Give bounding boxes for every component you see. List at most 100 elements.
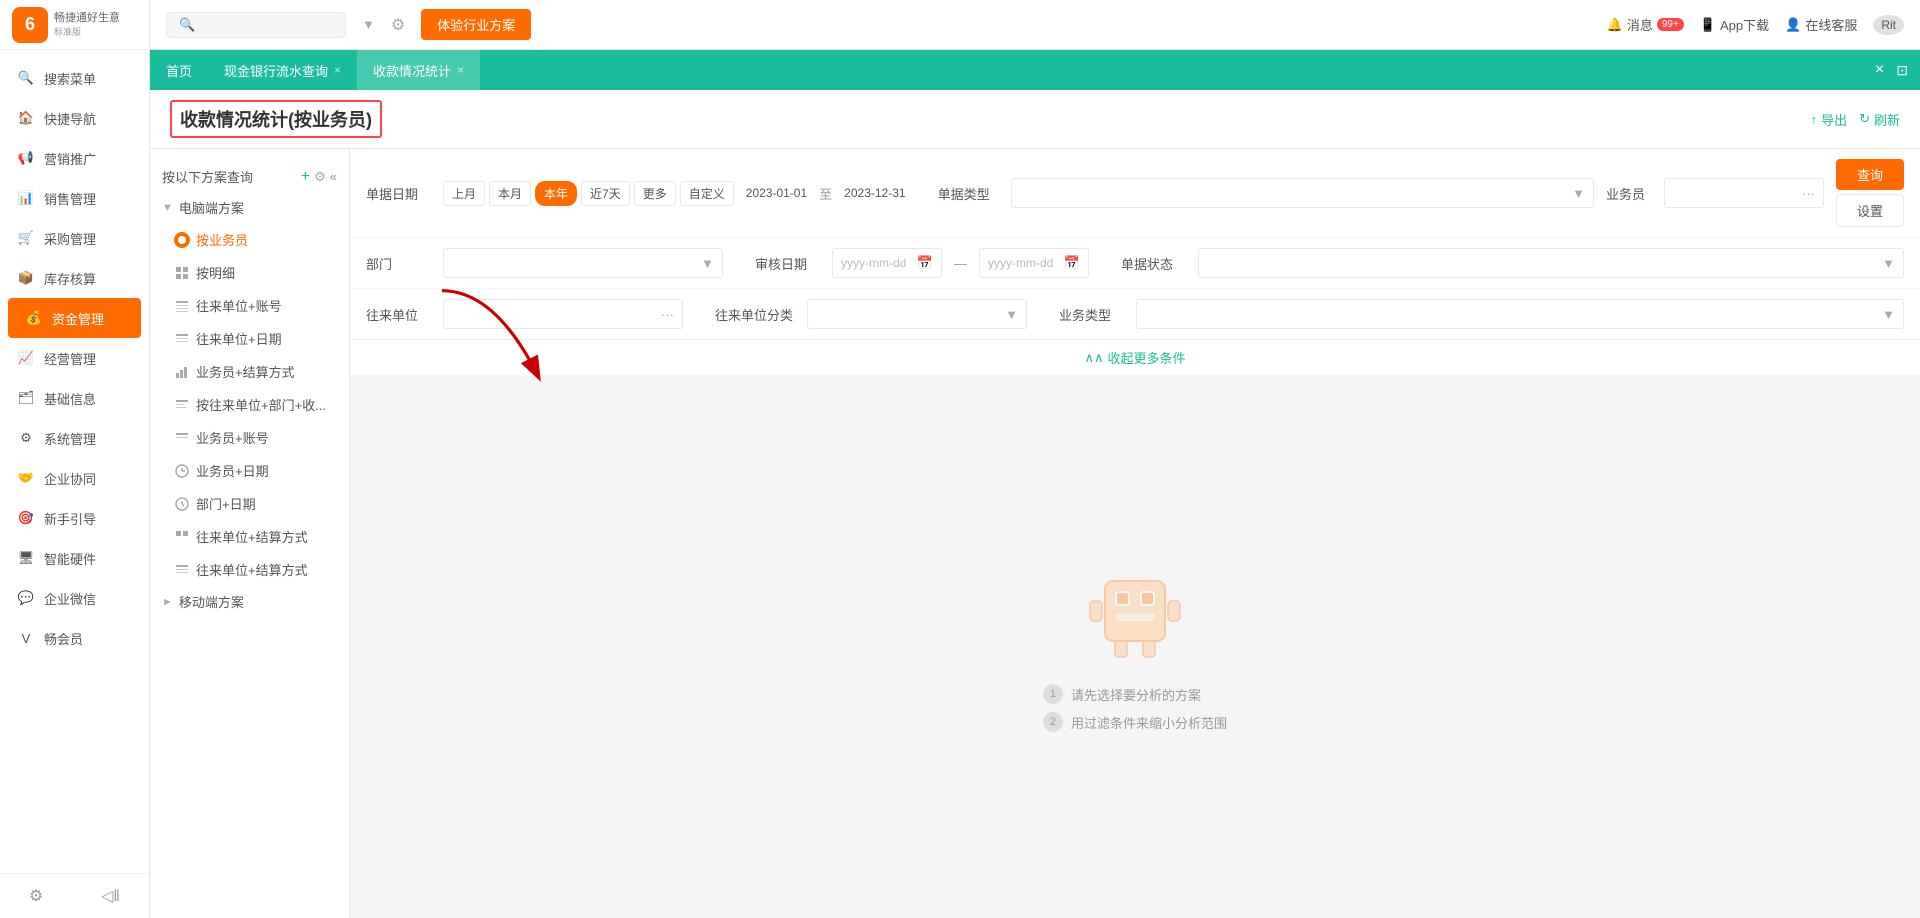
topbar-gear-icon[interactable]: ⚙ <box>391 15 405 35</box>
date-btn-more[interactable]: 更多 <box>634 181 676 206</box>
dept-select[interactable]: ▼ <box>443 248 723 278</box>
date-btn-this-year[interactable]: 本年 <box>535 181 577 206</box>
refresh-icon: ↻ <box>1859 111 1870 127</box>
panel-item-by-salesman[interactable]: 按业务员 <box>150 223 349 256</box>
download-icon: 📱 <box>1700 17 1716 33</box>
sidebar-item-inventory[interactable]: 📦 库存核算 <box>0 258 149 298</box>
topbar-search-box[interactable]: 🔍 <box>166 12 346 38</box>
audit-date-from[interactable]: yyyy-mm-dd 📅 <box>832 248 942 278</box>
tab-collection[interactable]: 收款情况统计 × <box>357 50 480 90</box>
operation-icon: 📈 <box>16 348 36 368</box>
date-btn-last-month[interactable]: 上月 <box>443 181 485 206</box>
guide-icon: 🎯 <box>16 508 36 528</box>
tab-maximize-icon[interactable]: ⊡ <box>1896 62 1908 79</box>
doc-status-select[interactable]: ▼ <box>1198 248 1904 278</box>
salesman-account-icon <box>174 430 190 446</box>
panel-item-partner-dept[interactable]: 按往来单位+部门+收... <box>150 388 349 421</box>
doc-status-label: 单据状态 <box>1121 254 1186 273</box>
result-tip-1: 1 请先选择要分析的方案 <box>1043 684 1227 704</box>
edition-badge: 标准版 <box>54 25 120 38</box>
sidebar-item-wechat[interactable]: 💬 企业微信 <box>0 578 149 618</box>
section-desktop-arrow: ▼ <box>162 202 173 214</box>
panel-item-partner-date[interactable]: 往来单位+日期 <box>150 322 349 355</box>
filter-section: 单据日期 上月 本月 本年 近7天 更多 自定义 2023-01-01 至 20… <box>350 149 1920 375</box>
partner-classify-select[interactable]: ▼ <box>807 299 1027 329</box>
online-service-area[interactable]: 👤 在线客服 <box>1785 15 1857 34</box>
panel-settings-icon[interactable]: ⚙ <box>314 169 326 185</box>
collapse-btn[interactable]: ∧∧ 收起更多条件 <box>350 339 1920 375</box>
export-btn[interactable]: ↑ 导出 <box>1811 110 1848 129</box>
tab-close-all-icon[interactable]: × <box>1875 61 1884 79</box>
sales-icon: 📊 <box>16 188 36 208</box>
salesman-filter-label: 业务员 <box>1606 184 1656 203</box>
member-icon: V <box>16 628 36 648</box>
section-desktop[interactable]: ▼ 电脑端方案 <box>150 192 349 223</box>
user-area[interactable]: Rit <box>1873 15 1904 35</box>
marketing-icon: 📢 <box>16 148 36 168</box>
finance-icon: 💰 <box>24 308 44 328</box>
partner-input[interactable]: ··· <box>443 299 683 329</box>
sidebar-item-marketing[interactable]: 📢 营销推广 <box>0 138 149 178</box>
tab-close-bank-flow[interactable]: × <box>334 63 341 77</box>
sidebar-item-purchase[interactable]: 🛒 采购管理 <box>0 218 149 258</box>
avatar: Rit <box>1873 15 1904 35</box>
panel-item-salesman-date[interactable]: 业务员+日期 <box>150 454 349 487</box>
date-btn-custom[interactable]: 自定义 <box>680 181 734 206</box>
panel-item-salesman-settle[interactable]: 业务员+结算方式 <box>150 355 349 388</box>
salesman-item-icon <box>174 232 190 248</box>
content-area: 收款情况统计(按业务员) ↑ 导出 ↻ 刷新 按以下方案查询 + ⚙ <box>150 90 1920 918</box>
panel-item-by-detail[interactable]: 按明细 <box>150 256 349 289</box>
panel-collapse-icon[interactable]: « <box>330 169 337 184</box>
partner-account-icon <box>174 298 190 314</box>
sidebar-item-shortcut[interactable]: 🏠 快捷导航 <box>0 98 149 138</box>
date-btn-this-month[interactable]: 本月 <box>489 181 531 206</box>
sidebar-item-enterprise[interactable]: 🤝 企业协同 <box>0 458 149 498</box>
refresh-btn[interactable]: ↻ 刷新 <box>1859 110 1900 129</box>
tab-home[interactable]: 首页 <box>150 50 208 90</box>
panel-item-partner-settle1[interactable]: 往来单位+结算方式 <box>150 520 349 553</box>
system-icon: ⚙ <box>16 428 36 448</box>
sidebar-item-guide[interactable]: 🎯 新手引导 <box>0 498 149 538</box>
notification-area[interactable]: 🔔 消息 99+ <box>1607 15 1684 34</box>
doc-type-select[interactable]: ▼ <box>1011 178 1594 208</box>
section-mobile[interactable]: ▼ 移动端方案 <box>150 586 349 617</box>
partner-settle2-icon <box>174 562 190 578</box>
doc-status-chevron: ▼ <box>1882 256 1895 271</box>
collapse-sidebar-icon[interactable]: ◁‖ <box>101 886 120 906</box>
sidebar-item-sales[interactable]: 📊 销售管理 <box>0 178 149 218</box>
settings-btn[interactable]: 设置 <box>1836 194 1904 227</box>
topbar: 🔍 ▼ ⚙ 体验行业方案 🔔 消息 99+ 📱 App下载 👤 在线客服 Rit <box>150 0 1920 50</box>
tab-close-collection[interactable]: × <box>457 63 464 77</box>
sidebar-item-operation[interactable]: 📈 经营管理 <box>0 338 149 378</box>
panel-item-partner-account[interactable]: 往来单位+账号 <box>150 289 349 322</box>
sidebar-item-system[interactable]: ⚙ 系统管理 <box>0 418 149 458</box>
panel-item-partner-settle2[interactable]: 往来单位+结算方式 <box>150 553 349 586</box>
sidebar-menu: 🔍 搜索菜单 🏠 快捷导航 📢 营销推广 📊 销售管理 🛒 采购管理 📦 库存核… <box>0 50 149 873</box>
panel-add-icon[interactable]: + <box>301 168 310 186</box>
hardware-icon: 🖥 <box>16 548 36 568</box>
left-panel: 按以下方案查询 + ⚙ « ▼ 电脑端方案 按业务员 <box>150 149 350 918</box>
bell-icon: 🔔 <box>1607 17 1623 33</box>
topbar-dropdown-icon[interactable]: ▼ <box>362 17 375 32</box>
date-from-display: 2023-01-01 <box>746 186 807 200</box>
sidebar-item-base[interactable]: 🗂 基础信息 <box>0 378 149 418</box>
sidebar-item-member[interactable]: V 畅会员 <box>0 618 149 658</box>
date-btn-last-7-days[interactable]: 近7天 <box>581 181 630 206</box>
topbar-right: 🔔 消息 99+ 📱 App下载 👤 在线客服 Rit <box>1607 15 1904 35</box>
tip-num-1: 1 <box>1043 684 1063 704</box>
tab-bank-flow[interactable]: 现金银行流水查询 × <box>208 50 357 90</box>
salesman-select[interactable]: ··· <box>1664 178 1824 208</box>
query-btn[interactable]: 查询 <box>1836 159 1904 190</box>
sidebar-item-finance[interactable]: 💰 资金管理 <box>8 298 141 338</box>
sidebar-item-search[interactable]: 🔍 搜索菜单 <box>0 58 149 98</box>
wechat-icon: 💬 <box>16 588 36 608</box>
sidebar-item-hardware[interactable]: 🖥 智能硬件 <box>0 538 149 578</box>
panel-item-dept-date[interactable]: 部门+日期 <box>150 487 349 520</box>
audit-date-to[interactable]: yyyy-mm-dd 📅 <box>979 248 1089 278</box>
settings-bottom-icon[interactable]: ⚙ <box>29 886 43 906</box>
partner-more-dots: ··· <box>661 307 674 322</box>
panel-item-salesman-account[interactable]: 业务员+账号 <box>150 421 349 454</box>
app-download-area[interactable]: 📱 App下载 <box>1700 15 1769 34</box>
solution-btn[interactable]: 体验行业方案 <box>421 9 531 40</box>
business-type-select[interactable]: ▼ <box>1136 299 1904 329</box>
